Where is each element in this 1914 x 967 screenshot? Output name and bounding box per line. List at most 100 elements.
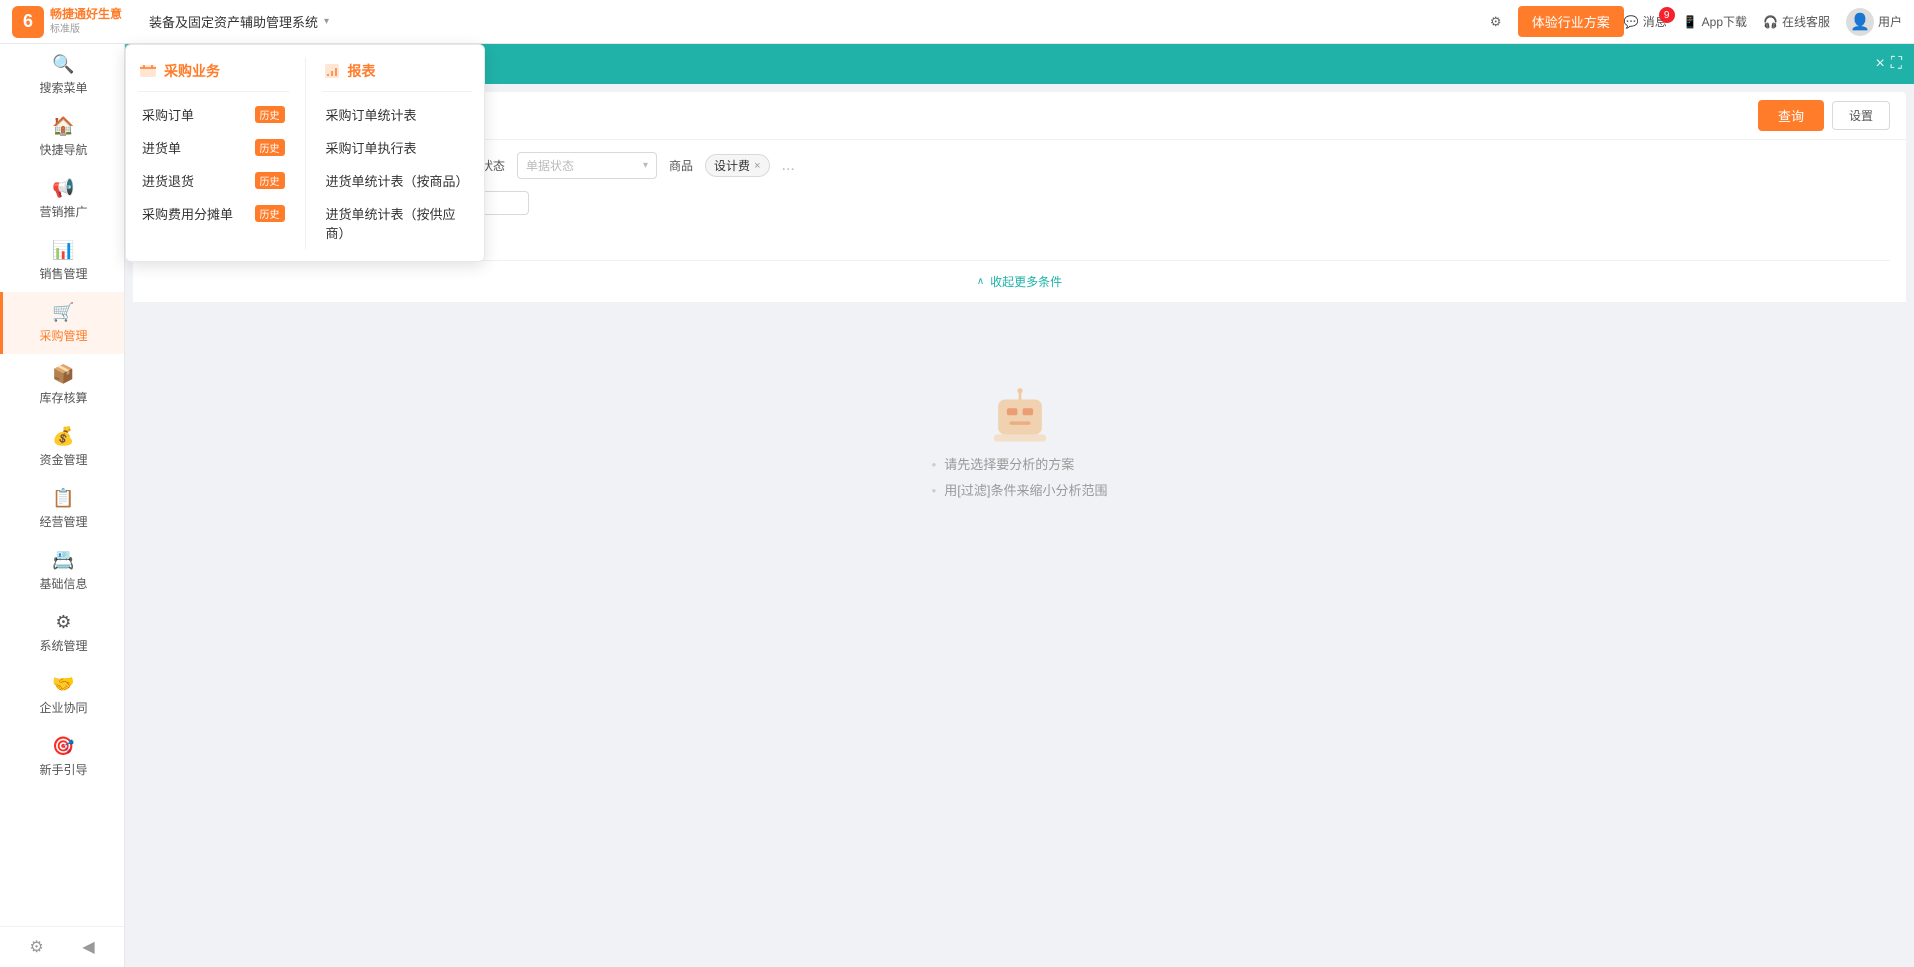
sidebar-inventory-label: 库存核算: [39, 389, 87, 406]
incoming-label: 进货单: [142, 138, 247, 157]
sidebar-collapse-btn[interactable]: ◀: [82, 937, 94, 957]
tab-maximize-btn[interactable]: ⛶: [1891, 55, 1902, 73]
notifications-btn[interactable]: 💬 消息 9: [1624, 13, 1667, 30]
sidebar-settings-btn[interactable]: ⚙: [29, 937, 43, 957]
purchase-order-exec-label: 采购订单执行表: [326, 138, 469, 157]
query-button[interactable]: 查询: [1758, 100, 1824, 131]
menu-item-purchase-order-exec[interactable]: 采购订单执行表: [322, 131, 473, 164]
top-bar: 6 畅捷通好生意 标准版 装备及固定资产辅助管理系统 ▾ ⚙ 体验行业方案 💬 …: [0, 0, 1914, 44]
sidebar-marketing-label: 营销推广: [39, 203, 87, 220]
sidebar-guide-label: 新手引导: [39, 761, 87, 778]
report-section: 报表 采购订单统计表 采购订单执行表 进货单统计表（按商品） 进货单统计表（按供…: [310, 57, 485, 249]
enterprise-icon: 🤝: [52, 674, 74, 695]
menu-item-return-goods[interactable]: 进货退货 历史: [138, 164, 289, 197]
sidebar-system-label: 系统管理: [39, 637, 87, 654]
toolbar-right: 查询 设置: [1758, 100, 1890, 131]
purchase-order-label: 采购订单: [142, 105, 247, 124]
incoming-stats-goods-label: 进货单统计表（按商品）: [326, 171, 469, 190]
menu-item-expense-alloc[interactable]: 采购费用分摊单 历史: [138, 197, 289, 230]
incoming-stats-supplier-label: 进货单统计表（按供应商）: [326, 204, 469, 242]
sidebar-item-finance[interactable]: 💰 资金管理: [0, 416, 124, 478]
sidebar: 🔍 搜索菜单 🏠 快捷导航 📢 营销推广 📊 销售管理 🛒 采购管理 📦: [0, 44, 125, 967]
online-service-btn[interactable]: 🎧 在线客服: [1763, 13, 1830, 30]
gear-button[interactable]: ⚙: [1482, 8, 1510, 36]
sidebar-item-search[interactable]: 🔍 搜索菜单: [0, 44, 124, 106]
collapse-label: 收起更多条件: [990, 273, 1062, 290]
base-info-icon: 📇: [52, 550, 74, 571]
tab-right-actions: × ⛶: [1875, 55, 1914, 73]
message-icon: 💬: [1624, 15, 1639, 29]
purchase-dropdown-menu: 采购业务 采购订单 历史 进货单 历史 进货退货 历史 采购费用分摊单 历史: [125, 44, 485, 262]
empty-hint-2: 用[过滤]条件来缩小分析范围: [944, 478, 1107, 504]
operations-icon: 📋: [52, 488, 74, 509]
system-title-area: 装备及固定资产辅助管理系统 ▾: [137, 12, 1482, 31]
edition-label: 标准版: [50, 23, 122, 36]
sidebar-item-guide[interactable]: 🎯 新手引导: [0, 726, 124, 788]
tab-close-all-btn[interactable]: ×: [1875, 55, 1884, 73]
collapse-filters-btn[interactable]: ∧ 收起更多条件: [149, 269, 1890, 290]
sidebar-bottom: ⚙ ◀: [0, 926, 124, 967]
return-goods-history-badge: 历史: [255, 172, 285, 189]
user-label: 用户: [1878, 13, 1902, 30]
goods-filter-tag: 设计费 ×: [705, 154, 769, 177]
doc-status-filter[interactable]: 单据状态 ▾: [517, 152, 657, 179]
menu-item-incoming-stats-goods[interactable]: 进货单统计表（按商品）: [322, 164, 473, 197]
sidebar-finance-label: 资金管理: [39, 451, 87, 468]
system-icon: ⚙: [55, 612, 71, 633]
sidebar-item-operations[interactable]: 📋 经营管理: [0, 478, 124, 540]
menu-item-incoming[interactable]: 进货单 历史: [138, 131, 289, 164]
title-dropdown-arrow[interactable]: ▾: [324, 16, 329, 27]
home-icon: 🏠: [52, 116, 74, 137]
empty-hint-1: 请先选择要分析的方案: [944, 452, 1074, 478]
experience-button[interactable]: 体验行业方案: [1518, 6, 1624, 37]
app-wrapper: 6 畅捷通好生意 标准版 装备及固定资产辅助管理系统 ▾ ⚙ 体验行业方案 💬 …: [0, 0, 1914, 967]
purchase-order-history-badge: 历史: [255, 106, 285, 123]
sidebar-item-system[interactable]: ⚙ 系统管理: [0, 602, 124, 664]
sidebar-item-inventory[interactable]: 📦 库存核算: [0, 354, 124, 416]
sales-icon: 📊: [52, 240, 74, 261]
sidebar-quick-nav-label: 快捷导航: [39, 141, 87, 158]
marketing-icon: 📢: [52, 178, 74, 199]
sidebar-base-info-label: 基础信息: [39, 575, 87, 592]
top-right-area: 💬 消息 9 📱 App下载 🎧 在线客服 👤 用户: [1624, 8, 1902, 36]
purchase-section: 采购业务 采购订单 历史 进货单 历史 进货退货 历史 采购费用分摊单 历史: [126, 57, 301, 249]
guide-icon: 🎯: [52, 736, 74, 757]
search-icon: 🔍: [52, 54, 74, 75]
doc-status-arrow: ▾: [643, 160, 648, 171]
online-service-label: 在线客服: [1782, 13, 1830, 30]
menu-item-purchase-order-stats[interactable]: 采购订单统计表: [322, 98, 473, 131]
menu-item-purchase-order[interactable]: 采购订单 历史: [138, 98, 289, 131]
logo-text: 畅捷通好生意 标准版: [50, 7, 122, 36]
goods-filter-dots[interactable]: ...: [782, 157, 795, 175]
empty-state: 请先选择要分析的方案 用[过滤]条件来缩小分析范围: [125, 302, 1914, 584]
expense-alloc-history-badge: 历史: [255, 205, 285, 222]
report-section-label: 报表: [348, 61, 376, 81]
goods-filter-label: 商品: [669, 157, 693, 174]
collapse-icon: ∧: [977, 276, 984, 287]
user-btn[interactable]: 👤 用户: [1846, 8, 1902, 36]
sidebar-item-marketing[interactable]: 📢 营销推广: [0, 168, 124, 230]
headset-icon: 🎧: [1763, 15, 1778, 29]
app-download-btn[interactable]: 📱 App下载: [1683, 13, 1747, 30]
report-section-title: 报表: [322, 57, 473, 92]
sidebar-item-base-info[interactable]: 📇 基础信息: [0, 540, 124, 602]
settings-button[interactable]: 设置: [1832, 101, 1890, 130]
brand-name: 畅捷通好生意: [50, 7, 122, 23]
menu-item-incoming-stats-supplier[interactable]: 进货单统计表（按供应商）: [322, 197, 473, 249]
sidebar-item-quick-nav[interactable]: 🏠 快捷导航: [0, 106, 124, 168]
sidebar-item-sales[interactable]: 📊 销售管理: [0, 230, 124, 292]
incoming-history-badge: 历史: [255, 139, 285, 156]
notifications-badge: 9: [1659, 7, 1675, 23]
purchase-section-label: 采购业务: [164, 61, 220, 81]
sidebar-item-purchase[interactable]: 🛒 采购管理: [0, 292, 124, 354]
empty-state-icon: [975, 382, 1065, 452]
sidebar-item-enterprise[interactable]: 🤝 企业协同: [0, 664, 124, 726]
goods-tag-close[interactable]: ×: [754, 160, 760, 172]
phone-icon: 📱: [1683, 15, 1698, 29]
purchase-icon: 🛒: [52, 302, 74, 323]
menu-divider: [305, 57, 306, 249]
sidebar-enterprise-label: 企业协同: [39, 699, 87, 716]
sidebar-operations-label: 经营管理: [39, 513, 87, 530]
purchase-section-icon: [138, 61, 158, 81]
purchase-section-title: 采购业务: [138, 57, 289, 92]
